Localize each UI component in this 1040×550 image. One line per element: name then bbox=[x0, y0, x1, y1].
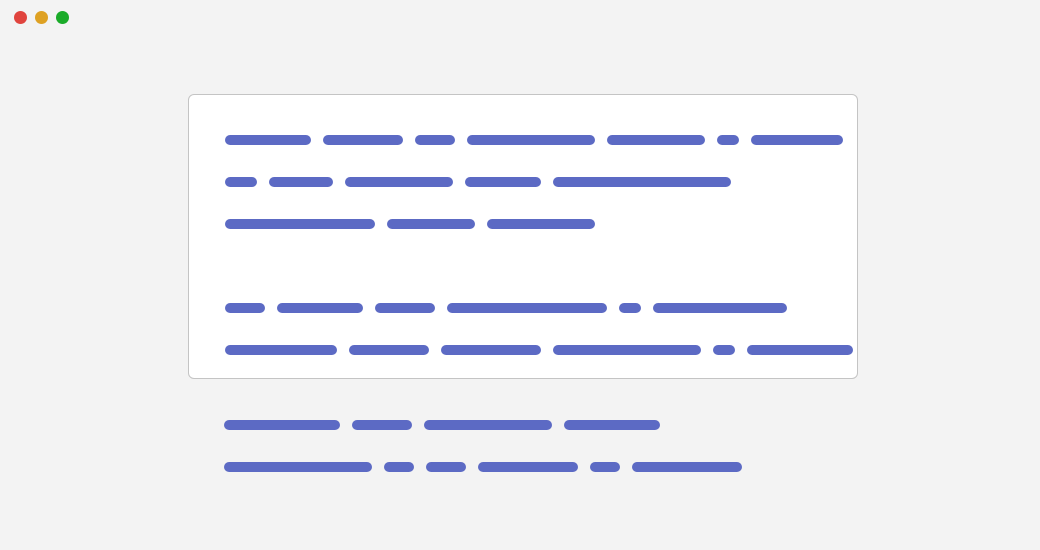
placeholder-line bbox=[225, 219, 821, 229]
close-icon[interactable] bbox=[14, 11, 27, 24]
placeholder-segment bbox=[553, 345, 701, 355]
placeholder-line bbox=[225, 135, 821, 145]
placeholder-segment bbox=[607, 135, 705, 145]
placeholder-segment bbox=[352, 420, 412, 430]
placeholder-segment bbox=[487, 219, 595, 229]
placeholder-segment bbox=[717, 135, 739, 145]
placeholder-segment bbox=[553, 177, 731, 187]
placeholder-segment bbox=[478, 462, 578, 472]
placeholder-segment bbox=[375, 303, 435, 313]
placeholder-segment bbox=[269, 177, 333, 187]
placeholder-segment bbox=[224, 462, 372, 472]
placeholder-segment bbox=[441, 345, 541, 355]
placeholder-segment bbox=[747, 345, 853, 355]
placeholder-line bbox=[225, 345, 821, 355]
placeholder-line bbox=[224, 462, 824, 472]
content-area bbox=[0, 34, 1040, 550]
placeholder-segment bbox=[590, 462, 620, 472]
placeholder-segment bbox=[225, 135, 311, 145]
placeholder-segment bbox=[415, 135, 455, 145]
placeholder-segment bbox=[653, 303, 787, 313]
window-titlebar bbox=[0, 0, 1040, 34]
placeholder-segment bbox=[349, 345, 429, 355]
placeholder-segment bbox=[564, 420, 660, 430]
placeholder-segment bbox=[632, 462, 742, 472]
placeholder-segment bbox=[387, 219, 475, 229]
placeholder-line bbox=[225, 177, 821, 187]
document-overflow bbox=[224, 420, 824, 504]
placeholder-line bbox=[224, 420, 824, 430]
placeholder-segment bbox=[447, 303, 607, 313]
zoom-icon[interactable] bbox=[56, 11, 69, 24]
placeholder-line bbox=[225, 303, 821, 313]
placeholder-segment bbox=[323, 135, 403, 145]
placeholder-segment bbox=[467, 135, 595, 145]
placeholder-segment bbox=[225, 177, 257, 187]
document-card bbox=[188, 94, 858, 379]
placeholder-segment bbox=[384, 462, 414, 472]
placeholder-segment bbox=[424, 420, 552, 430]
placeholder-segment bbox=[465, 177, 541, 187]
placeholder-segment bbox=[277, 303, 363, 313]
placeholder-segment bbox=[345, 177, 453, 187]
placeholder-segment bbox=[224, 420, 340, 430]
placeholder-segment bbox=[225, 303, 265, 313]
placeholder-segment bbox=[713, 345, 735, 355]
minimize-icon[interactable] bbox=[35, 11, 48, 24]
placeholder-segment bbox=[619, 303, 641, 313]
placeholder-segment bbox=[225, 219, 375, 229]
placeholder-blank-line bbox=[225, 261, 821, 271]
placeholder-segment bbox=[225, 345, 337, 355]
placeholder-segment bbox=[751, 135, 843, 145]
placeholder-segment bbox=[426, 462, 466, 472]
